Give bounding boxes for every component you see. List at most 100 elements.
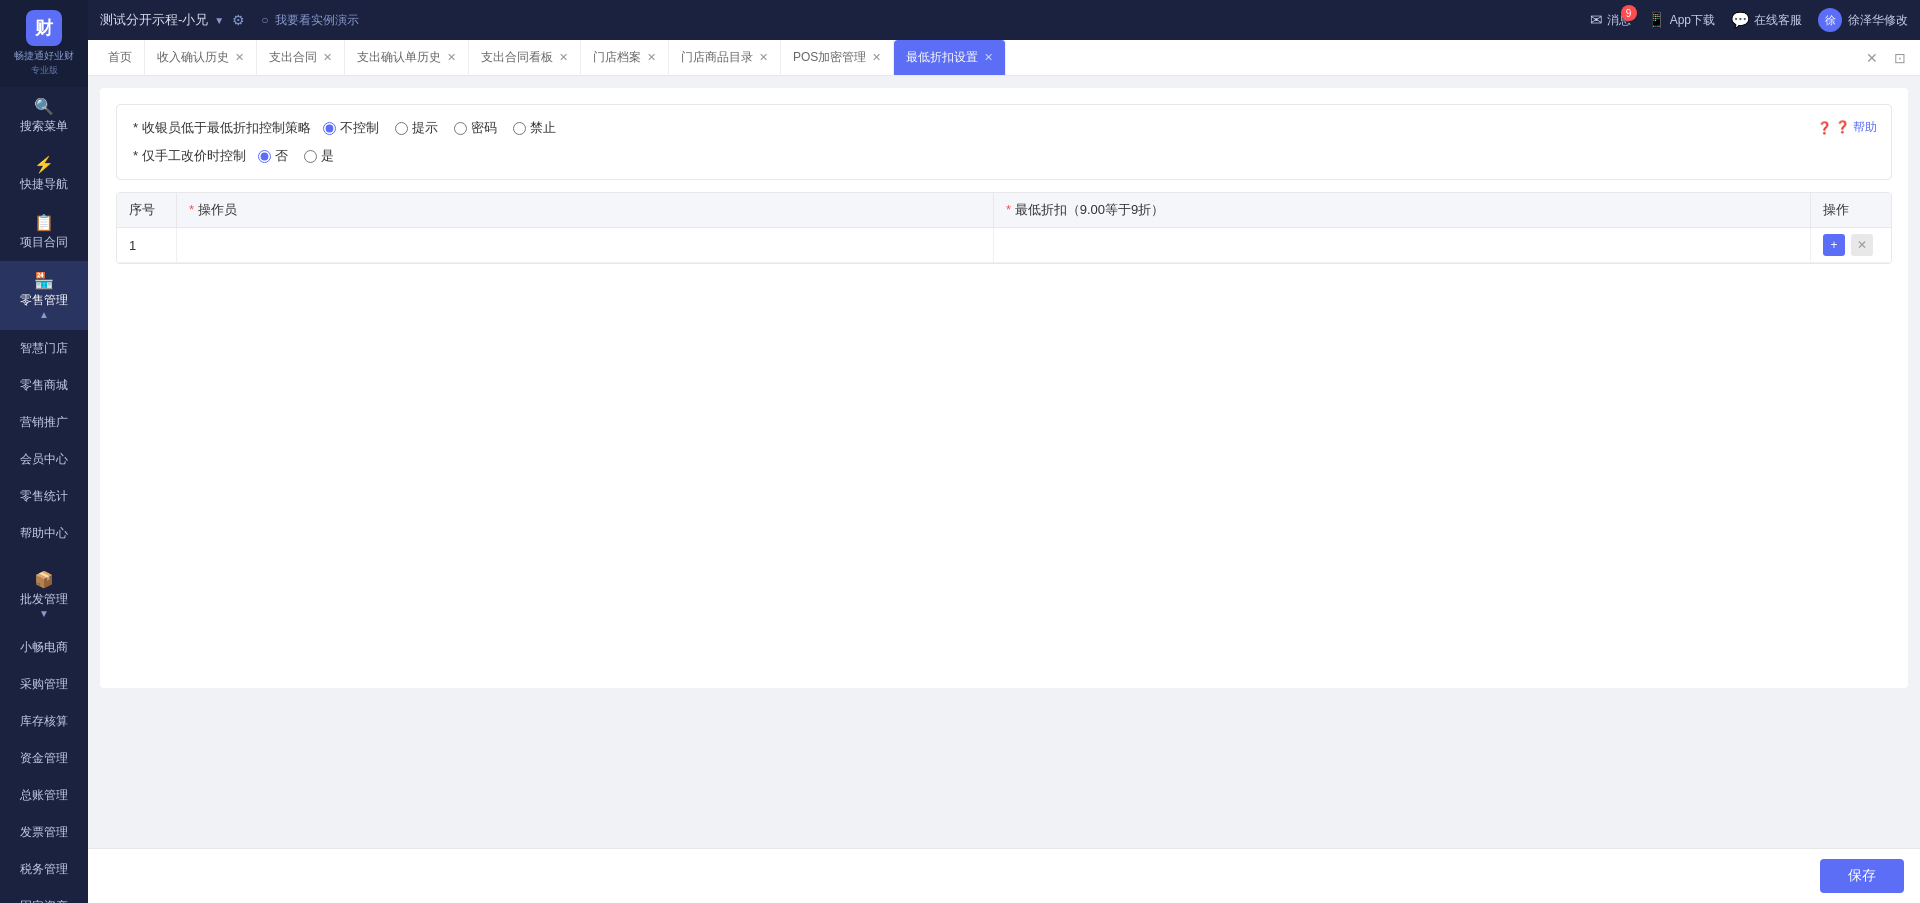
- tab-discount-close[interactable]: ✕: [984, 51, 993, 64]
- tab-pos-close[interactable]: ✕: [872, 51, 881, 64]
- tab-outconfirm[interactable]: 支出确认单历史 ✕: [345, 40, 469, 76]
- policy-remind-label: 提示: [412, 119, 438, 137]
- sidebar-item-label: 库存核算: [20, 713, 68, 730]
- sidebar-item-wholesale[interactable]: 📦 批发管理 ▼: [0, 560, 88, 629]
- table-row: 1 + ✕: [117, 228, 1891, 263]
- policy-remind[interactable]: 提示: [395, 119, 438, 137]
- sidebar-item-inventory[interactable]: 库存核算: [0, 703, 88, 740]
- app-icon: 📱: [1647, 11, 1666, 29]
- policy-password[interactable]: 密码: [454, 119, 497, 137]
- policy-radio-group: 不控制 提示 密码 禁止: [323, 119, 556, 137]
- sidebar-item-quicknav[interactable]: ⚡ 快捷导航: [0, 145, 88, 203]
- sidebar-item-search[interactable]: 🔍 搜索菜单: [0, 87, 88, 145]
- policy-password-label: 密码: [471, 119, 497, 137]
- service-action[interactable]: 💬 在线客服: [1731, 11, 1802, 29]
- service-icon: 💬: [1731, 11, 1750, 29]
- tab-outconfirm-close[interactable]: ✕: [447, 51, 456, 64]
- retail-icon: 🏪: [34, 271, 54, 290]
- sidebar-item-stats[interactable]: 零售统计: [0, 478, 88, 515]
- sidebar-item-member[interactable]: 会员中心: [0, 441, 88, 478]
- td-actions: + ✕: [1811, 228, 1891, 262]
- message-action[interactable]: ✉ 消息 9: [1590, 11, 1631, 29]
- tab-goods-close[interactable]: ✕: [759, 51, 768, 64]
- sidebar-item-help[interactable]: 帮助中心: [0, 515, 88, 552]
- sidebar-item-smart[interactable]: 智慧门店: [0, 330, 88, 367]
- form-section: ❓ ❓ 帮助 * 收银员低于最低折扣控制策略 不控制 提示: [116, 104, 1892, 180]
- manual-no-radio[interactable]: [258, 150, 271, 163]
- tabs-bar-actions: ✕ ⊡: [1860, 48, 1912, 68]
- tab-income[interactable]: 收入确认历史 ✕: [145, 40, 257, 76]
- sidebar-item-label: 零售统计: [20, 488, 68, 505]
- sidebar-item-ledger[interactable]: 总账管理: [0, 777, 88, 814]
- sidebar-item-label: 税务管理: [20, 861, 68, 878]
- demo-text: 我要看实例演示: [275, 12, 359, 29]
- project-dropdown-icon: ▼: [214, 15, 224, 26]
- sidebar-item-label: 快捷导航: [20, 176, 68, 193]
- sidebar-item-label: 资金管理: [20, 750, 68, 767]
- policy-forbid-radio[interactable]: [513, 122, 526, 135]
- manual-yes[interactable]: 是: [304, 147, 334, 165]
- user-menu[interactable]: 徐 徐泽华修改: [1818, 8, 1908, 32]
- th-seq: 序号: [117, 193, 177, 227]
- sidebar-item-label: 发票管理: [20, 824, 68, 841]
- sidebar-item-purchase[interactable]: 采购管理: [0, 666, 88, 703]
- sidebar-item-label: 批发管理: [20, 591, 68, 608]
- project-selector[interactable]: 测试分开示程-小兄 ▼: [100, 11, 224, 29]
- topbar-settings-icon[interactable]: ⚙: [232, 12, 245, 28]
- sidebar-item-label: 总账管理: [20, 787, 68, 804]
- help-text: ❓ 帮助: [1835, 119, 1877, 136]
- sidebar-item-retail[interactable]: 🏪 零售管理 ▲: [0, 261, 88, 330]
- tab-income-label: 收入确认历史: [157, 49, 229, 66]
- tab-maximize-button[interactable]: ⊡: [1888, 48, 1912, 68]
- manual-yes-radio[interactable]: [304, 150, 317, 163]
- table-header: 序号 操作员 最低折扣（9.00等于9折） 操作: [117, 193, 1891, 228]
- add-row-button[interactable]: +: [1823, 234, 1845, 256]
- sidebar-item-label: 帮助中心: [20, 525, 68, 542]
- sidebar: 财 畅捷通好业财 专业版 🔍 搜索菜单 ⚡ 快捷导航 📋 项目合同 🏪 零售管理…: [0, 0, 88, 903]
- policy-no-control-radio[interactable]: [323, 122, 336, 135]
- help-icon: ❓: [1817, 121, 1832, 135]
- tab-store-close[interactable]: ✕: [647, 51, 656, 64]
- manual-no[interactable]: 否: [258, 147, 288, 165]
- content-area: ❓ ❓ 帮助 * 收银员低于最低折扣控制策略 不控制 提示: [88, 76, 1920, 848]
- save-button[interactable]: 保存: [1820, 859, 1904, 893]
- sidebar-item-shop[interactable]: 零售商城: [0, 367, 88, 404]
- tab-contract[interactable]: 支出合同 ✕: [257, 40, 345, 76]
- table-body: 1 + ✕: [117, 228, 1891, 263]
- sidebar-item-label: 会员中心: [20, 451, 68, 468]
- help-link[interactable]: ❓ ❓ 帮助: [1817, 119, 1877, 136]
- sidebar-item-tax[interactable]: 税务管理: [0, 851, 88, 888]
- sidebar-item-marketing[interactable]: 营销推广: [0, 404, 88, 441]
- tab-close-button[interactable]: ✕: [1860, 48, 1884, 68]
- tab-outboard[interactable]: 支出合同看板 ✕: [469, 40, 581, 76]
- tab-pos[interactable]: POS加密管理 ✕: [781, 40, 894, 76]
- sidebar-item-project[interactable]: 📋 项目合同: [0, 203, 88, 261]
- delete-row-button[interactable]: ✕: [1851, 234, 1873, 256]
- search-icon: 🔍: [34, 97, 54, 116]
- demo-link[interactable]: ○ 我要看实例演示: [261, 12, 358, 29]
- sidebar-item-ecommerce[interactable]: 小畅电商: [0, 629, 88, 666]
- tab-store-label: 门店档案: [593, 49, 641, 66]
- manual-yes-label: 是: [321, 147, 334, 165]
- tab-goods[interactable]: 门店商品目录 ✕: [669, 40, 781, 76]
- tab-outboard-close[interactable]: ✕: [559, 51, 568, 64]
- sidebar-item-invoice[interactable]: 发票管理: [0, 814, 88, 851]
- tab-discount[interactable]: 最低折扣设置 ✕: [894, 40, 1006, 76]
- policy-forbid[interactable]: 禁止: [513, 119, 556, 137]
- sidebar-item-asset[interactable]: 固定资产: [0, 888, 88, 903]
- policy-no-control[interactable]: 不控制: [323, 119, 379, 137]
- policy-label: * 收银员低于最低折扣控制策略: [133, 119, 311, 137]
- policy-remind-radio[interactable]: [395, 122, 408, 135]
- tab-store[interactable]: 门店档案 ✕: [581, 40, 669, 76]
- tab-home[interactable]: 首页: [96, 40, 145, 76]
- message-icon: ✉: [1590, 11, 1603, 29]
- tab-income-close[interactable]: ✕: [235, 51, 244, 64]
- sidebar-item-capital[interactable]: 资金管理: [0, 740, 88, 777]
- tab-pos-label: POS加密管理: [793, 49, 866, 66]
- policy-password-radio[interactable]: [454, 122, 467, 135]
- logo-version: 专业版: [31, 64, 58, 77]
- app-download-action[interactable]: 📱 App下载: [1647, 11, 1715, 29]
- lightning-icon: ⚡: [34, 155, 54, 174]
- tab-contract-close[interactable]: ✕: [323, 51, 332, 64]
- topbar: 测试分开示程-小兄 ▼ ⚙ ○ 我要看实例演示 ✉ 消息 9 📱 App下载 💬…: [88, 0, 1920, 40]
